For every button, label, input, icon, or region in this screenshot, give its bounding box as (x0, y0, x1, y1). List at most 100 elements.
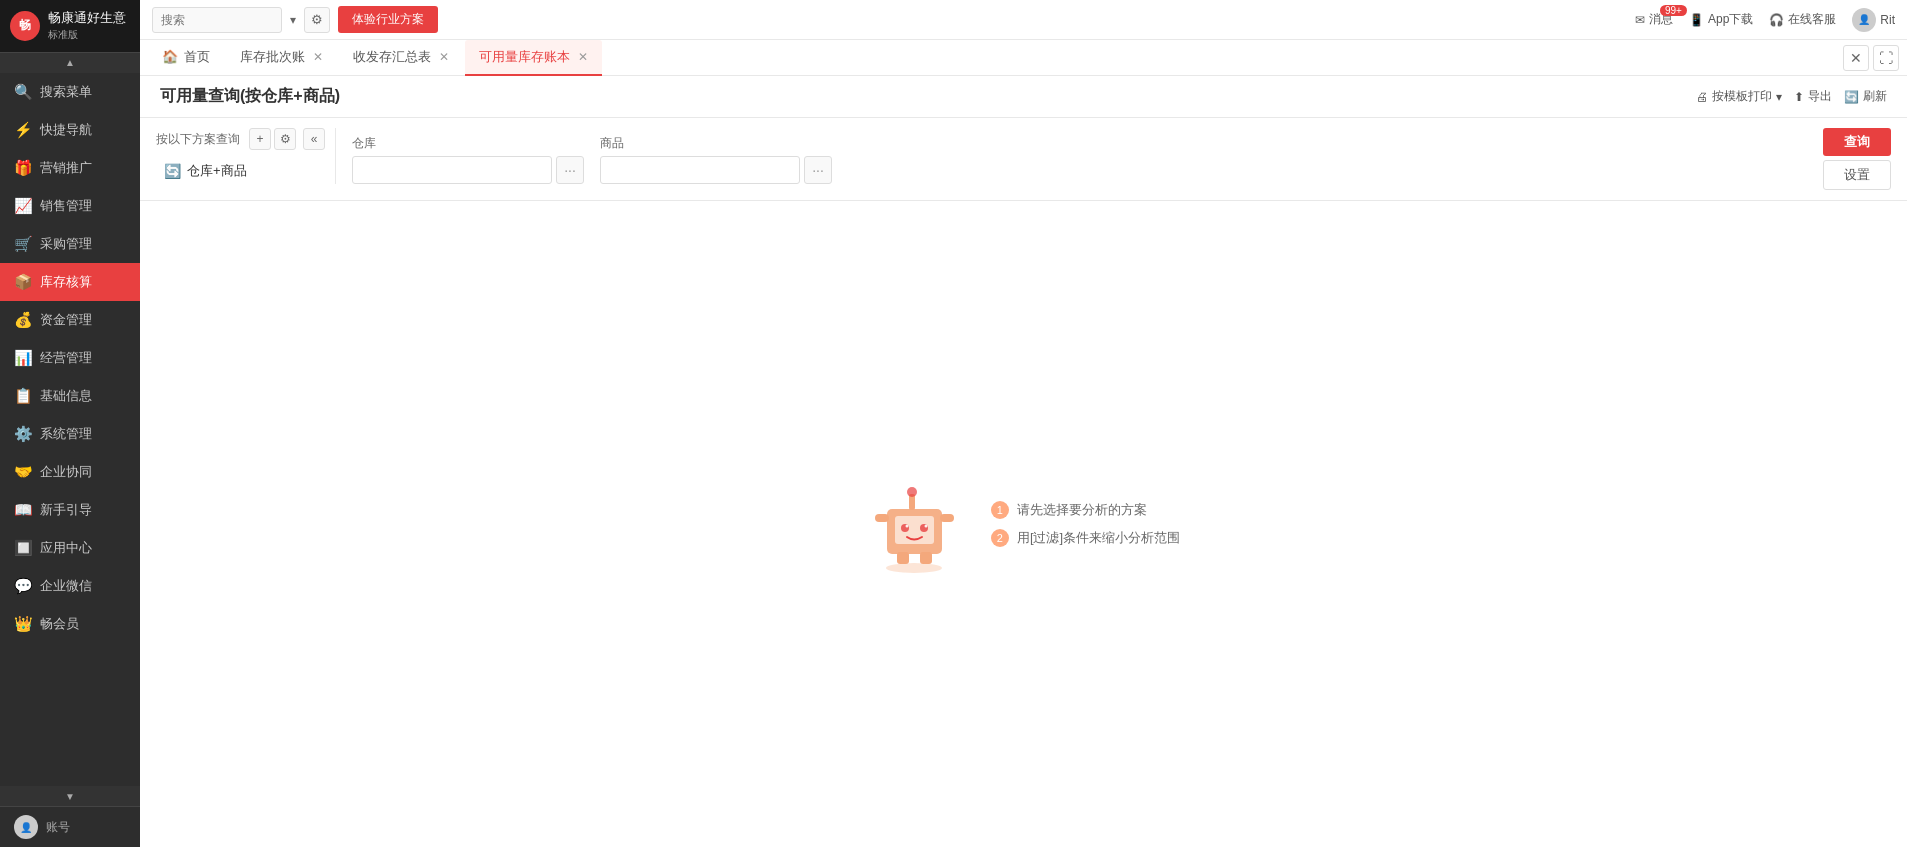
sidebar-logo: 畅 (10, 11, 40, 41)
user-avatar: 👤 (14, 815, 38, 839)
content-area: 可用量查询(按仓库+商品) 🖨 按模板打印 ▾ ⬆ 导出 🔄 刷新 (140, 76, 1907, 847)
tab-available-ledger-close[interactable]: ✕ (578, 50, 588, 64)
sidebar-item-search[interactable]: 🔍 搜索菜单 (0, 73, 140, 111)
sidebar-item-label: 销售管理 (40, 197, 92, 215)
sidebar-user-label: 账号 (46, 819, 70, 836)
settings-button[interactable]: 设置 (1823, 160, 1891, 190)
tab-end-buttons: ✕ ⛶ (1843, 45, 1899, 71)
phone-icon: 📱 (1689, 13, 1704, 27)
topbar-right: ✉ 消息 99+ 📱 App下载 🎧 在线客服 👤 Rit (1635, 8, 1895, 32)
product-input[interactable] (600, 156, 800, 184)
export-btn[interactable]: ⬆ 导出 (1794, 88, 1832, 105)
warehouse-input[interactable] (352, 156, 552, 184)
topbar-gear-button[interactable]: ⚙ (304, 7, 330, 33)
svg-rect-8 (875, 514, 889, 522)
scheme-settings-btn[interactable]: ⚙ (274, 128, 296, 150)
collapse-panel-btn[interactable]: « (303, 128, 325, 150)
refresh-btn[interactable]: 🔄 刷新 (1844, 88, 1887, 105)
sidebar-item-enterprise[interactable]: 🤝 企业协同 (0, 453, 140, 491)
product-input-row: ··· (600, 156, 832, 184)
warehouse-field-label: 仓库 (352, 135, 584, 152)
sidebar-item-app-center[interactable]: 🔲 应用中心 (0, 529, 140, 567)
topbar-dropdown-button[interactable]: ▾ (290, 13, 296, 27)
print-btn-label: 按模板打印 (1712, 88, 1772, 105)
tab-collect-summary[interactable]: 收发存汇总表 ✕ (339, 40, 463, 76)
tip-text-2: 用[过滤]条件来缩小分析范围 (1017, 529, 1180, 547)
sidebar-scroll-up[interactable]: ▲ (0, 53, 140, 73)
sidebar-header: 畅 畅康通好生意 标准版 (0, 0, 140, 53)
page-title: 可用量查询(按仓库+商品) (160, 86, 340, 107)
tab-close-all-btn[interactable]: ✕ (1843, 45, 1869, 71)
svg-point-4 (905, 525, 908, 528)
sidebar-item-label: 营销推广 (40, 159, 92, 177)
filter-fields: 仓库 ··· 商品 ··· 查询 设置 (336, 128, 1891, 190)
system-icon: ⚙️ (14, 425, 32, 443)
sidebar-edition-badge: 标准版 (48, 28, 126, 42)
empty-tip-1: 1 请先选择要分析的方案 (991, 501, 1180, 519)
sidebar-item-marketing[interactable]: 🎁 营销推广 (0, 149, 140, 187)
trial-btn[interactable]: 体验行业方案 (338, 6, 438, 33)
product-more-btn[interactable]: ··· (804, 156, 832, 184)
page-header: 可用量查询(按仓库+商品) 🖨 按模板打印 ▾ ⬆ 导出 🔄 刷新 (140, 76, 1907, 118)
tab-batch-account-label: 库存批次账 (240, 48, 305, 66)
sidebar-item-inventory[interactable]: 📦 库存核算 (0, 263, 140, 301)
sales-icon: 📈 (14, 197, 32, 215)
warehouse-more-btn[interactable]: ··· (556, 156, 584, 184)
service-label: 在线客服 (1788, 11, 1836, 28)
topbar-app-download-btn[interactable]: 📱 App下载 (1689, 11, 1753, 28)
main-area: ▾ ⚙ 体验行业方案 ✉ 消息 99+ 📱 App下载 🎧 在线客服 👤 Rit (140, 0, 1907, 847)
sidebar-item-finance[interactable]: 💰 资金管理 (0, 301, 140, 339)
print-template-btn[interactable]: 🖨 按模板打印 ▾ (1696, 88, 1782, 105)
sidebar-item-shortcut[interactable]: ⚡ 快捷导航 (0, 111, 140, 149)
print-icon: 🖨 (1696, 90, 1708, 104)
tab-collect-summary-close[interactable]: ✕ (439, 50, 449, 64)
page-actions: 🖨 按模板打印 ▾ ⬆ 导出 🔄 刷新 (1696, 88, 1887, 105)
svg-rect-7 (920, 552, 932, 564)
sidebar-item-guide[interactable]: 📖 新手引导 (0, 491, 140, 529)
refresh-icon: 🔄 (1844, 90, 1859, 104)
sidebar-item-purchase[interactable]: 🛒 采购管理 (0, 225, 140, 263)
empty-content: 1 请先选择要分析的方案 2 用[过滤]条件来缩小分析范围 (867, 474, 1180, 574)
wechat-icon: 💬 (14, 577, 32, 595)
sidebar-item-label: 企业微信 (40, 577, 92, 595)
tab-home[interactable]: 🏠 首页 (148, 40, 224, 76)
sidebar-item-basic-info[interactable]: 📋 基础信息 (0, 377, 140, 415)
sidebar-item-operations[interactable]: 📊 经营管理 (0, 339, 140, 377)
export-icon: ⬆ (1794, 90, 1804, 104)
home-icon: 🏠 (162, 49, 178, 64)
scheme-item-icon: 🔄 (164, 163, 181, 179)
add-scheme-btn[interactable]: + (249, 128, 271, 150)
tab-maximize-btn[interactable]: ⛶ (1873, 45, 1899, 71)
topbar-search-input[interactable] (152, 7, 282, 33)
topbar-service-btn[interactable]: 🎧 在线客服 (1769, 11, 1836, 28)
sidebar-item-wechat[interactable]: 💬 企业微信 (0, 567, 140, 605)
shortcut-icon: ⚡ (14, 121, 32, 139)
sidebar-item-system[interactable]: ⚙️ 系统管理 (0, 415, 140, 453)
sidebar-item-label: 应用中心 (40, 539, 92, 557)
product-field-label: 商品 (600, 135, 832, 152)
tip-num-1: 1 (991, 501, 1009, 519)
purchase-icon: 🛒 (14, 235, 32, 253)
scheme-item-warehouse-product[interactable]: 🔄 仓库+商品 (156, 158, 325, 184)
topbar-user-btn[interactable]: 👤 Rit (1852, 8, 1895, 32)
sidebar-item-member[interactable]: 👑 畅会员 (0, 605, 140, 643)
cube-illustration-svg (867, 474, 967, 574)
sidebar-item-sales[interactable]: 📈 销售管理 (0, 187, 140, 225)
tab-available-ledger[interactable]: 可用量库存账本 ✕ (465, 40, 602, 76)
filter-action-buttons: 查询 设置 (1823, 128, 1891, 190)
topbar-message-btn[interactable]: ✉ 消息 99+ (1635, 11, 1673, 28)
finance-icon: 💰 (14, 311, 32, 329)
query-button[interactable]: 查询 (1823, 128, 1891, 156)
filter-scheme-header: 按以下方案查询 + ⚙ « (156, 128, 325, 150)
sidebar-scroll-down[interactable]: ▼ (0, 786, 140, 806)
scheme-item-label: 仓库+商品 (187, 162, 247, 180)
filter-field-product: 商品 ··· (600, 135, 832, 184)
sidebar-item-label: 搜索菜单 (40, 83, 92, 101)
tab-batch-account[interactable]: 库存批次账 ✕ (226, 40, 337, 76)
refresh-btn-label: 刷新 (1863, 88, 1887, 105)
sidebar-item-label: 经营管理 (40, 349, 92, 367)
tab-batch-account-close[interactable]: ✕ (313, 50, 323, 64)
sidebar-bottom-user[interactable]: 👤 账号 (0, 806, 140, 847)
message-icon: ✉ (1635, 13, 1645, 27)
sidebar-item-label: 系统管理 (40, 425, 92, 443)
